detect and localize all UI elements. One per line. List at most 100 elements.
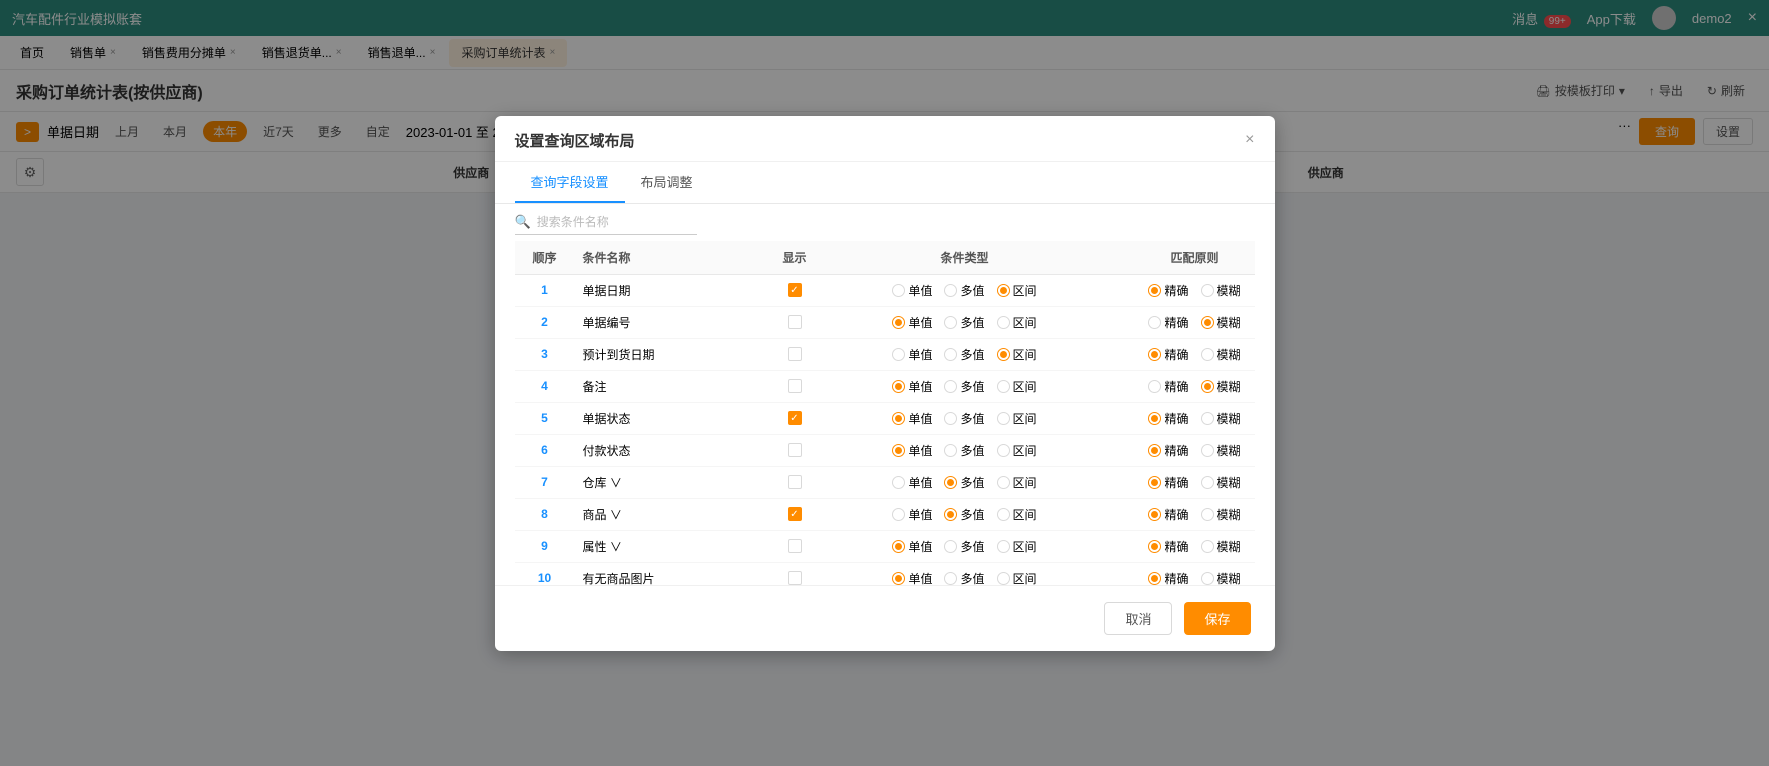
radio-match-模糊[interactable]: 模糊 <box>1201 506 1241 523</box>
radio-dot <box>997 508 1010 521</box>
row-match-group: 精确模糊 <box>1148 314 1240 331</box>
radio-match-模糊[interactable]: 模糊 <box>1201 442 1241 459</box>
radio-match-模糊[interactable]: 模糊 <box>1201 282 1241 299</box>
radio-dot <box>1148 380 1161 393</box>
row-name: 预计到货日期 <box>583 346 655 363</box>
radio-type-多值[interactable]: 多值 <box>944 506 984 523</box>
save-button[interactable]: 保存 <box>1184 602 1250 635</box>
radio-match-精确[interactable]: 精确 <box>1148 314 1188 331</box>
radio-type-多值[interactable]: 多值 <box>944 474 984 491</box>
row-checkbox[interactable] <box>788 347 802 361</box>
radio-match-模糊[interactable]: 模糊 <box>1201 346 1241 363</box>
radio-label: 单值 <box>908 314 932 331</box>
radio-match-精确[interactable]: 精确 <box>1148 346 1188 363</box>
table-row: 2单据编号单值多值区间精确模糊 <box>515 307 1255 339</box>
radio-type-多值[interactable]: 多值 <box>944 282 984 299</box>
row-checkbox[interactable] <box>788 379 802 393</box>
radio-type-单值[interactable]: 单值 <box>892 346 932 363</box>
row-checkbox[interactable] <box>788 443 802 457</box>
radio-type-单值[interactable]: 单值 <box>892 570 932 585</box>
radio-match-精确[interactable]: 精确 <box>1148 442 1188 459</box>
row-match-group: 精确模糊 <box>1148 570 1240 585</box>
radio-type-区间[interactable]: 区间 <box>997 282 1037 299</box>
radio-type-多值[interactable]: 多值 <box>944 346 984 363</box>
radio-type-区间[interactable]: 区间 <box>997 506 1037 523</box>
dialog-close-btn[interactable]: × <box>1245 131 1254 149</box>
radio-type-单值[interactable]: 单值 <box>892 538 932 555</box>
radio-type-区间[interactable]: 区间 <box>997 378 1037 395</box>
row-match-group: 精确模糊 <box>1148 378 1240 395</box>
radio-type-区间[interactable]: 区间 <box>997 314 1037 331</box>
search-input[interactable] <box>537 215 697 229</box>
radio-type-多值[interactable]: 多值 <box>944 538 984 555</box>
radio-type-区间[interactable]: 区间 <box>997 538 1037 555</box>
radio-match-精确[interactable]: 精确 <box>1148 570 1188 585</box>
radio-match-精确[interactable]: 精确 <box>1148 506 1188 523</box>
dialog-table-header-wrap: 顺序 条件名称 显示 条件类型 匹配原则 <box>495 241 1275 275</box>
radio-type-多值[interactable]: 多值 <box>944 442 984 459</box>
radio-type-单值[interactable]: 单值 <box>892 474 932 491</box>
row-name: 单据日期 <box>583 282 631 299</box>
radio-dot <box>892 380 905 393</box>
row-type-group: 单值多值区间 <box>892 378 1036 395</box>
row-checkbox[interactable] <box>788 411 802 425</box>
radio-match-精确[interactable]: 精确 <box>1148 474 1188 491</box>
row-checkbox[interactable] <box>788 539 802 553</box>
radio-match-模糊[interactable]: 模糊 <box>1201 538 1241 555</box>
row-type-group: 单值多值区间 <box>892 314 1036 331</box>
row-checkbox[interactable] <box>788 475 802 489</box>
radio-type-区间[interactable]: 区间 <box>997 570 1037 585</box>
radio-dot <box>892 348 905 361</box>
radio-label: 精确 <box>1164 314 1188 331</box>
radio-dot <box>1201 316 1214 329</box>
radio-type-多值[interactable]: 多值 <box>944 410 984 427</box>
radio-dot <box>1201 284 1214 297</box>
radio-match-精确[interactable]: 精确 <box>1148 538 1188 555</box>
radio-match-精确[interactable]: 精确 <box>1148 378 1188 395</box>
cancel-button[interactable]: 取消 <box>1104 602 1172 635</box>
row-checkbox[interactable] <box>788 315 802 329</box>
dialog-search-area: 🔍 <box>495 204 1275 241</box>
radio-type-单值[interactable]: 单值 <box>892 410 932 427</box>
row-match-group: 精确模糊 <box>1148 410 1240 427</box>
row-name: 备注 <box>583 378 607 395</box>
radio-type-多值[interactable]: 多值 <box>944 570 984 585</box>
radio-dot <box>1201 380 1214 393</box>
radio-dot <box>944 348 957 361</box>
row-checkbox[interactable] <box>788 283 802 297</box>
radio-match-模糊[interactable]: 模糊 <box>1201 410 1241 427</box>
radio-type-区间[interactable]: 区间 <box>997 346 1037 363</box>
tab-query-fields[interactable]: 查询字段设置 <box>515 162 625 203</box>
radio-type-区间[interactable]: 区间 <box>997 474 1037 491</box>
radio-type-多值[interactable]: 多值 <box>944 378 984 395</box>
radio-dot <box>892 540 905 553</box>
radio-match-模糊[interactable]: 模糊 <box>1201 474 1241 491</box>
radio-type-多值[interactable]: 多值 <box>944 314 984 331</box>
radio-type-单值[interactable]: 单值 <box>892 378 932 395</box>
row-checkbox[interactable] <box>788 507 802 521</box>
search-box: 🔍 <box>515 214 697 235</box>
row-checkbox[interactable] <box>788 571 802 585</box>
radio-dot <box>997 572 1010 585</box>
radio-type-区间[interactable]: 区间 <box>997 442 1037 459</box>
radio-dot <box>1201 540 1214 553</box>
radio-label: 模糊 <box>1217 538 1241 555</box>
radio-dot <box>1148 540 1161 553</box>
radio-dot <box>944 508 957 521</box>
radio-label: 区间 <box>1013 410 1037 427</box>
radio-dot <box>997 540 1010 553</box>
radio-type-单值[interactable]: 单值 <box>892 314 932 331</box>
tab-layout[interactable]: 布局调整 <box>625 162 709 203</box>
radio-match-模糊[interactable]: 模糊 <box>1201 570 1241 585</box>
radio-match-精确[interactable]: 精确 <box>1148 282 1188 299</box>
radio-dot <box>1148 508 1161 521</box>
radio-dot <box>1201 444 1214 457</box>
radio-type-单值[interactable]: 单值 <box>892 442 932 459</box>
radio-match-精确[interactable]: 精确 <box>1148 410 1188 427</box>
radio-type-单值[interactable]: 单值 <box>892 506 932 523</box>
radio-match-模糊[interactable]: 模糊 <box>1201 378 1241 395</box>
radio-match-模糊[interactable]: 模糊 <box>1201 314 1241 331</box>
radio-type-区间[interactable]: 区间 <box>997 410 1037 427</box>
radio-type-单值[interactable]: 单值 <box>892 282 932 299</box>
row-match-group: 精确模糊 <box>1148 282 1240 299</box>
